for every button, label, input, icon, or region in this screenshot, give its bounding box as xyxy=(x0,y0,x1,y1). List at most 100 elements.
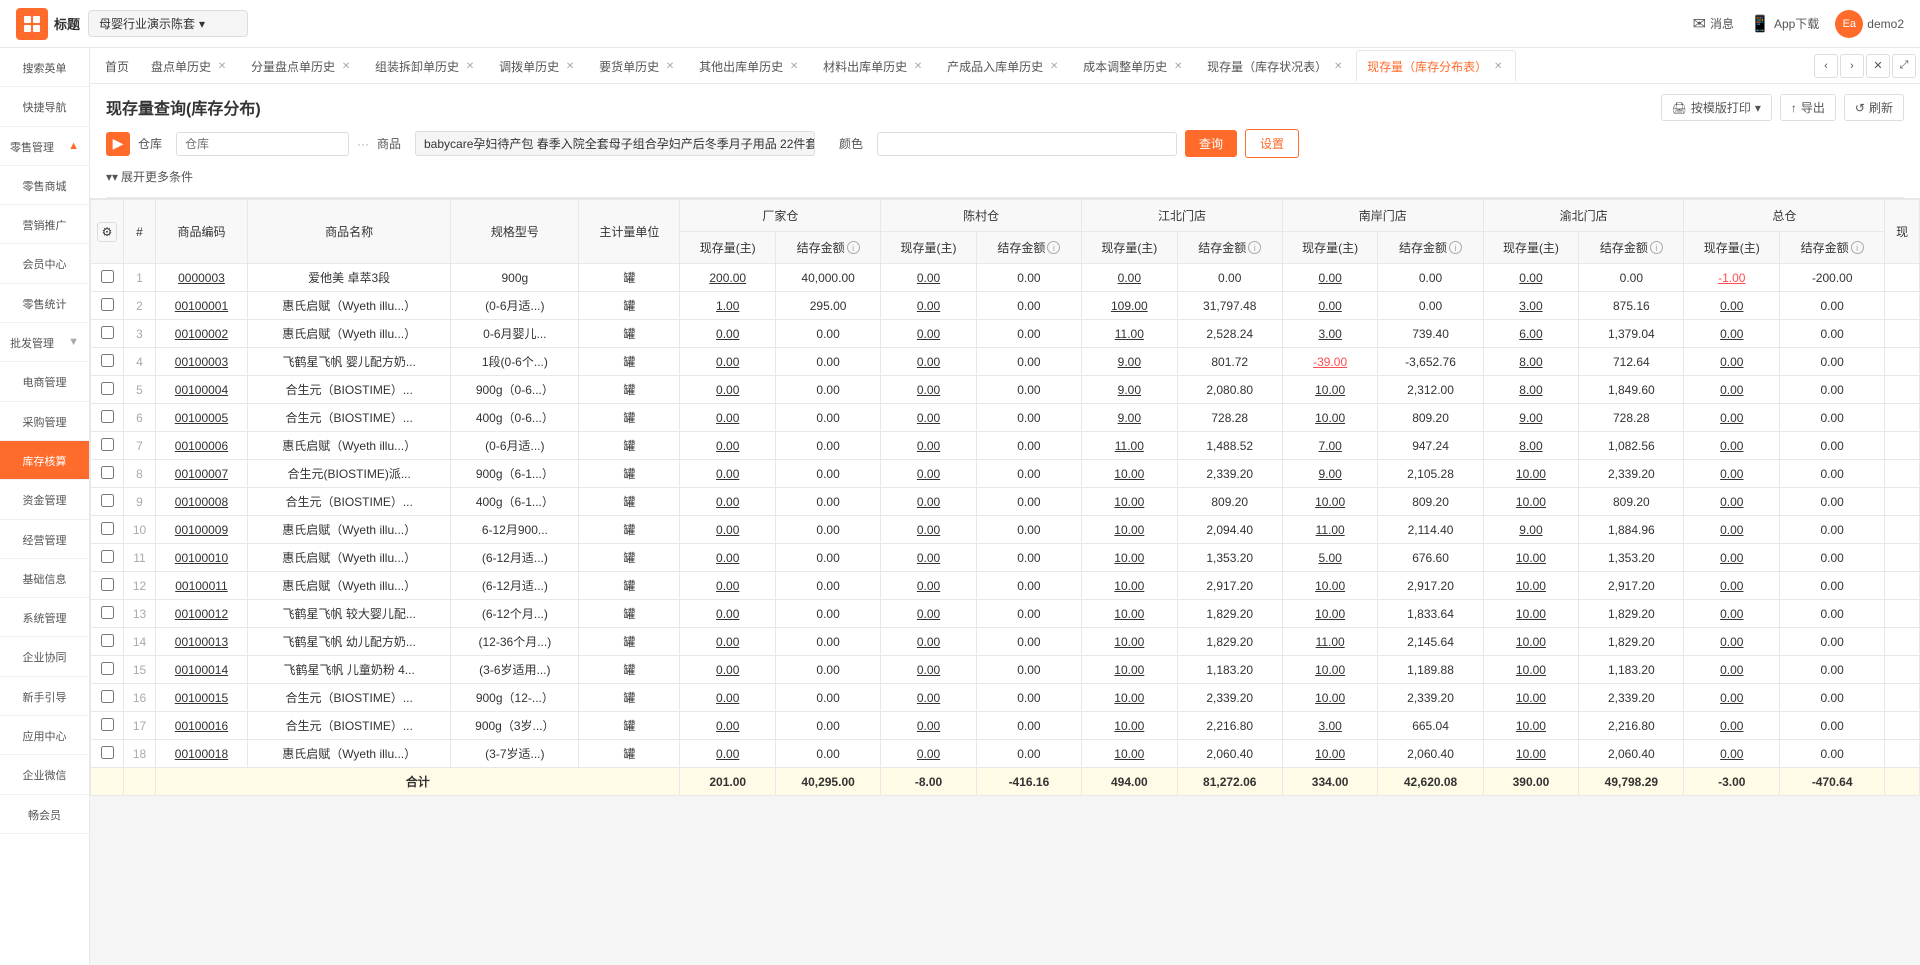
tab-stock-status[interactable]: 现存量（库存状况表） ✕ xyxy=(1196,50,1356,82)
info-icon-chen[interactable]: i xyxy=(1047,241,1060,254)
tab-maximize-btn[interactable]: ⤢ xyxy=(1892,54,1916,78)
tab-requisition-history[interactable]: 要货单历史 ✕ xyxy=(588,50,688,82)
tab-material-outbound[interactable]: 材料出库单历史 ✕ xyxy=(812,50,936,82)
info-icon-na[interactable]: i xyxy=(1449,241,1462,254)
sidebar-item-enterprise-wechat[interactable]: 企业微信 xyxy=(0,755,89,794)
tab-dist-stock-history[interactable]: 分量盘点单历史 ✕ xyxy=(240,50,364,82)
tab-prev-btn[interactable]: ‹ xyxy=(1814,54,1838,78)
tab-cost-adjust-close[interactable]: ✕ xyxy=(1171,59,1185,73)
row-checkbox[interactable] xyxy=(101,690,114,703)
sidebar-item-basic-info[interactable]: 基础信息 xyxy=(0,559,89,598)
code-link[interactable]: 00100004 xyxy=(175,383,228,397)
tab-cost-adjust[interactable]: 成本调整单历史 ✕ xyxy=(1072,50,1196,82)
sidebar-item-marketing[interactable]: 营销推广 xyxy=(0,205,89,244)
sidebar-item-finance-mgmt[interactable]: 资金管理 xyxy=(0,480,89,519)
sidebar-item-retail-mgmt[interactable]: 零售管理 ▲ xyxy=(0,127,89,166)
row-checkbox[interactable] xyxy=(101,634,114,647)
sidebar-item-wholesale-mgmt[interactable]: 批发管理 ▼ xyxy=(0,323,89,362)
code-link[interactable]: 00100002 xyxy=(175,327,228,341)
export-btn[interactable]: ↑ 导出 xyxy=(1780,94,1836,121)
user-btn[interactable]: Ea demo2 xyxy=(1835,10,1904,38)
sidebar-item-system-mgmt[interactable]: 系统管理 xyxy=(0,598,89,637)
code-link[interactable]: 00100018 xyxy=(175,747,228,761)
row-checkbox[interactable] xyxy=(101,494,114,507)
tab-product-inbound[interactable]: 产成品入库单历史 ✕ xyxy=(936,50,1072,82)
info-icon-fac[interactable]: i xyxy=(847,241,860,254)
row-checkbox[interactable] xyxy=(101,410,114,423)
code-link[interactable]: 00100015 xyxy=(175,691,228,705)
code-link[interactable]: 00100014 xyxy=(175,663,228,677)
code-link[interactable]: 00100009 xyxy=(175,523,228,537)
tab-assembly-dismantle[interactable]: 组装拆卸单历史 ✕ xyxy=(364,50,488,82)
tab-other-outbound[interactable]: 其他出库单历史 ✕ xyxy=(688,50,812,82)
code-link[interactable]: 00100011 xyxy=(175,579,228,593)
sidebar-item-app-center[interactable]: 应用中心 xyxy=(0,716,89,755)
code-link[interactable]: 00100012 xyxy=(175,607,228,621)
app-download-btn[interactable]: 📱 App下载 xyxy=(1750,14,1819,34)
tab-transfer-history[interactable]: 调拨单历史 ✕ xyxy=(488,50,588,82)
code-link[interactable]: 00100013 xyxy=(175,635,228,649)
tab-stock-dist[interactable]: 现存量（库存分布表） ✕ xyxy=(1356,50,1516,82)
code-link[interactable]: 00100001 xyxy=(175,299,228,313)
tab-stock-single-close[interactable]: ✕ xyxy=(215,59,229,73)
tab-other-outbound-close[interactable]: ✕ xyxy=(787,59,801,73)
store-selector[interactable]: 母婴行业演示陈套 ▾ xyxy=(88,10,248,37)
refresh-btn[interactable]: ↺ 刷新 xyxy=(1844,94,1904,121)
sidebar-item-retail-mall[interactable]: 零售商城 xyxy=(0,166,89,205)
tab-transfer-close[interactable]: ✕ xyxy=(563,59,577,73)
sidebar-item-member-center[interactable]: 会员中心 xyxy=(0,244,89,283)
row-checkbox[interactable] xyxy=(101,662,114,675)
sidebar-item-inventory-check[interactable]: 库存核算 xyxy=(0,441,89,480)
row-checkbox[interactable] xyxy=(101,298,114,311)
row-checkbox[interactable] xyxy=(101,746,114,759)
tab-stock-dist-close[interactable]: ✕ xyxy=(1491,59,1505,73)
filter-collapse-btn[interactable]: ▶ xyxy=(106,132,130,156)
sidebar-item-enterprise-collab[interactable]: 企业协同 xyxy=(0,637,89,676)
sidebar-item-ecommerce-mgmt[interactable]: 电商管理 xyxy=(0,362,89,401)
sidebar-item-retail-stats[interactable]: 零售统计 xyxy=(0,284,89,323)
row-checkbox[interactable] xyxy=(101,718,114,731)
tab-assembly-close[interactable]: ✕ xyxy=(463,59,477,73)
row-checkbox[interactable] xyxy=(101,382,114,395)
sidebar-item-vip-member[interactable]: 畅会员 xyxy=(0,795,89,834)
batch-print-btn[interactable]: 🖨 按模版打印 ▾ xyxy=(1661,94,1772,121)
row-checkbox[interactable] xyxy=(101,326,114,339)
gear-icon[interactable]: ⚙ xyxy=(97,222,117,242)
goods-value-tag[interactable]: babycare孕妇待产包 春季入院全套母子组合孕妇产后冬季月子用品 22件套 … xyxy=(415,131,815,156)
tab-stock-single-history[interactable]: 盘点单历史 ✕ xyxy=(140,50,240,82)
code-link[interactable]: 00100016 xyxy=(175,719,228,733)
tab-material-outbound-close[interactable]: ✕ xyxy=(911,59,925,73)
row-checkbox[interactable] xyxy=(101,550,114,563)
row-checkbox[interactable] xyxy=(101,466,114,479)
info-icon-yb[interactable]: i xyxy=(1650,241,1663,254)
tab-stock-status-close[interactable]: ✕ xyxy=(1331,59,1345,73)
info-icon-jb[interactable]: i xyxy=(1248,241,1261,254)
code-link[interactable]: 0000003 xyxy=(178,271,225,285)
tab-next-btn[interactable]: › xyxy=(1840,54,1864,78)
sidebar-item-search-hero[interactable]: 搜索英单 xyxy=(0,48,89,87)
sidebar-item-operations-mgmt[interactable]: 经营管理 xyxy=(0,520,89,559)
row-checkbox[interactable] xyxy=(101,354,114,367)
tab-product-inbound-close[interactable]: ✕ xyxy=(1047,59,1061,73)
code-link[interactable]: 00100010 xyxy=(175,551,228,565)
color-input[interactable] xyxy=(877,132,1177,156)
row-checkbox[interactable] xyxy=(101,606,114,619)
sidebar-item-new-guide[interactable]: 新手引导 xyxy=(0,677,89,716)
info-icon-tot[interactable]: i xyxy=(1851,241,1864,254)
search-btn[interactable]: 查询 xyxy=(1185,130,1237,157)
settings-btn[interactable]: 设置 xyxy=(1245,129,1299,158)
tab-close-all-btn[interactable]: ✕ xyxy=(1866,54,1890,78)
tab-home[interactable]: 首页 xyxy=(94,50,140,82)
code-link[interactable]: 00100006 xyxy=(175,439,228,453)
sidebar-item-purchase-mgmt[interactable]: 采购管理 xyxy=(0,402,89,441)
code-link[interactable]: 00100005 xyxy=(175,411,228,425)
tab-requisition-close[interactable]: ✕ xyxy=(663,59,677,73)
code-link[interactable]: 00100003 xyxy=(175,355,228,369)
row-checkbox[interactable] xyxy=(101,578,114,591)
tab-dist-stock-close[interactable]: ✕ xyxy=(339,59,353,73)
filter-expand-btn[interactable]: ▾▾ 展开更多条件 xyxy=(106,168,1904,185)
message-btn[interactable]: ✉ 消息 xyxy=(1693,14,1734,34)
warehouse-input[interactable] xyxy=(176,132,349,156)
row-checkbox[interactable] xyxy=(101,522,114,535)
row-checkbox[interactable] xyxy=(101,438,114,451)
